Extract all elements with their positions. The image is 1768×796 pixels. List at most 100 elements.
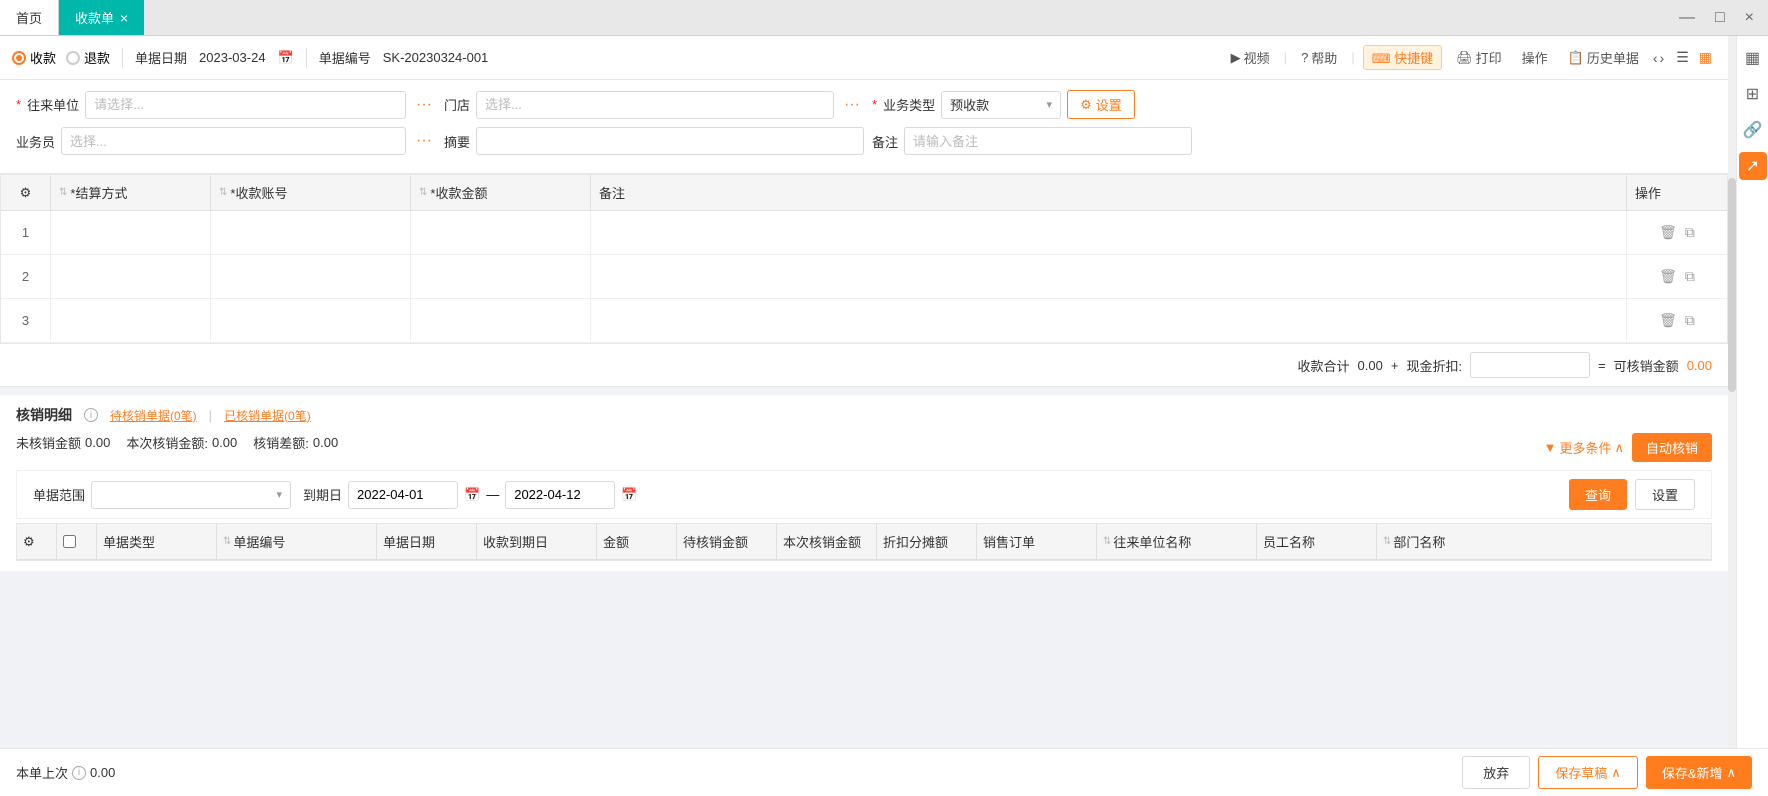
copy-icon-1[interactable]: ⧉: [1685, 224, 1695, 241]
summary-field: 摘要: [444, 127, 864, 155]
select-all-checkbox[interactable]: [63, 535, 76, 548]
tab-home[interactable]: 首页: [0, 0, 59, 35]
row-amount-3[interactable]: [411, 299, 591, 342]
row-settlement-3[interactable]: [51, 299, 211, 342]
calc-row: 收款合计 0.00 + 现金折扣: = 可核销金额 0.00: [0, 344, 1728, 387]
business-type-value: 预收款: [950, 95, 1042, 114]
discount-input[interactable]: [1470, 352, 1590, 378]
sidebar-icon-grid[interactable]: ⊞: [1739, 80, 1767, 108]
row-account-1[interactable]: [211, 211, 411, 254]
vth-employee: 员工名称: [1257, 524, 1377, 559]
date-from-input[interactable]: [348, 481, 458, 509]
scroll-track: [1728, 36, 1736, 748]
row-account-3[interactable]: [211, 299, 411, 342]
calendar-icon[interactable]: 📅: [278, 50, 294, 66]
query-button[interactable]: 查询: [1569, 479, 1627, 510]
tab-receipt[interactable]: 收款单 ×: [59, 0, 144, 35]
row-amount-1[interactable]: [411, 211, 591, 254]
sort-icon-settlement: ⇅: [59, 187, 67, 198]
receipt-radio[interactable]: 收款: [12, 48, 56, 67]
row-remarks-3[interactable]: [591, 299, 1627, 342]
verify-stats: 未核销金额 0.00 本次核销金额: 0.00 核销差额: 0.00: [16, 433, 338, 452]
copy-icon-2[interactable]: ⧉: [1685, 268, 1695, 285]
copy-icon-3[interactable]: ⧉: [1685, 312, 1695, 329]
auto-verify-button[interactable]: 自动核销: [1632, 433, 1712, 462]
discard-button[interactable]: 放弃: [1462, 756, 1530, 789]
th-account: ⇅ *收款账号: [211, 175, 411, 210]
refund-radio[interactable]: 退款: [66, 48, 110, 67]
scroll-thumb[interactable]: [1728, 178, 1736, 392]
th-gear[interactable]: ⚙: [1, 175, 51, 210]
verify-table: ⚙ 单据类型 ⇅单据编号 单据日期 收款到期日 金额 待核销金额 本次核销金额 …: [16, 523, 1712, 561]
counterparty-more-icon[interactable]: ···: [412, 96, 436, 114]
maximize-button[interactable]: □: [1709, 7, 1731, 29]
store-input[interactable]: [476, 91, 834, 119]
minimize-button[interactable]: —: [1673, 7, 1701, 29]
delete-icon-1[interactable]: 🗑: [1659, 224, 1677, 241]
delete-icon-2[interactable]: 🗑: [1659, 268, 1677, 285]
vth-checkbox[interactable]: [57, 524, 97, 559]
info-icon[interactable]: i: [84, 408, 98, 422]
calendar-to-icon[interactable]: 📅: [621, 487, 637, 503]
verified-tab[interactable]: 已核销单据(0笔): [224, 407, 311, 424]
business-type-select[interactable]: 预收款 ▾: [941, 91, 1061, 119]
row-account-2[interactable]: [211, 255, 411, 298]
sidebar-icon-link[interactable]: 🔗: [1739, 116, 1767, 144]
sidebar-icon-expand[interactable]: ↗: [1739, 152, 1767, 180]
calc-total-value: 0.00: [1358, 358, 1383, 373]
range-select[interactable]: ▾: [91, 481, 291, 509]
close-button[interactable]: ×: [1739, 7, 1760, 29]
calendar-from-icon[interactable]: 📅: [464, 487, 480, 503]
row-remarks-1[interactable]: [591, 211, 1627, 254]
remarks-input[interactable]: [904, 127, 1192, 155]
list-view-btn[interactable]: ☰: [1672, 47, 1693, 68]
save-new-button[interactable]: 保存&新增 ∧: [1646, 756, 1752, 789]
store-more-icon[interactable]: ···: [840, 96, 864, 114]
row-remarks-2[interactable]: [591, 255, 1627, 298]
vth-current: 本次核销金额: [777, 524, 877, 559]
operation-btn[interactable]: 操作: [1516, 45, 1554, 70]
row-settlement-2[interactable]: [51, 255, 211, 298]
save-draft-label: 保存草稿: [1555, 763, 1607, 782]
video-btn[interactable]: ▶ 视频: [1225, 45, 1276, 70]
window-controls: — □ ×: [1673, 7, 1768, 29]
save-new-label: 保存&新增: [1662, 763, 1723, 782]
print-btn[interactable]: 🖨 打印: [1450, 45, 1508, 70]
unverified-stat: 未核销金额 0.00: [16, 433, 110, 452]
sort-icon-amount: ⇅: [419, 187, 427, 198]
settings-button[interactable]: ⚙ 设置: [1067, 90, 1135, 119]
more-conditions-btn[interactable]: ▼ 更多条件 ∧: [1544, 438, 1624, 457]
tab-close-icon[interactable]: ×: [120, 10, 128, 26]
current-label: 本次核销金额:: [126, 433, 208, 452]
row-amount-2[interactable]: [411, 255, 591, 298]
prev-arrow[interactable]: ‹: [1653, 50, 1658, 66]
nav-arrows: ‹ ›: [1653, 50, 1664, 66]
delete-icon-3[interactable]: 🗑: [1659, 312, 1677, 329]
verify-table-header: ⚙ 单据类型 ⇅单据编号 单据日期 收款到期日 金额 待核销金额 本次核销金额 …: [17, 524, 1711, 560]
verify-title: 核销明细: [16, 405, 72, 425]
date-value[interactable]: 2023-03-24: [199, 50, 266, 65]
summary-input[interactable]: [476, 127, 864, 155]
bottom-info-icon[interactable]: i: [72, 766, 86, 780]
vth-due-date: 收款到期日: [477, 524, 597, 559]
sidebar-icon-table[interactable]: ▦: [1739, 44, 1767, 72]
refund-radio-circle: [66, 51, 80, 65]
date-label: 单据日期: [135, 48, 187, 67]
row-settlement-1[interactable]: [51, 211, 211, 254]
help-btn[interactable]: ? 帮助: [1295, 45, 1343, 70]
filter-settings-button[interactable]: 设置: [1635, 479, 1695, 510]
save-draft-button[interactable]: 保存草稿 ∧: [1538, 756, 1638, 789]
shortcut-btn[interactable]: ⌨ 快捷键: [1363, 45, 1442, 70]
bottom-info: 本单上次 i 0.00: [16, 763, 115, 782]
grid-view-btn[interactable]: ▦: [1695, 47, 1716, 68]
diff-label: 核销差额:: [253, 433, 309, 452]
history-btn[interactable]: 📋 历史单据: [1562, 45, 1645, 70]
salesperson-input[interactable]: [61, 127, 406, 155]
salesperson-more-icon[interactable]: ···: [412, 132, 436, 150]
pending-tab[interactable]: 待核销单据(0笔): [110, 407, 197, 424]
date-to-input[interactable]: [505, 481, 615, 509]
divider-1: [122, 48, 123, 68]
counterparty-input[interactable]: [85, 91, 406, 119]
vth-gear[interactable]: ⚙: [17, 524, 57, 559]
next-arrow[interactable]: ›: [1660, 50, 1665, 66]
